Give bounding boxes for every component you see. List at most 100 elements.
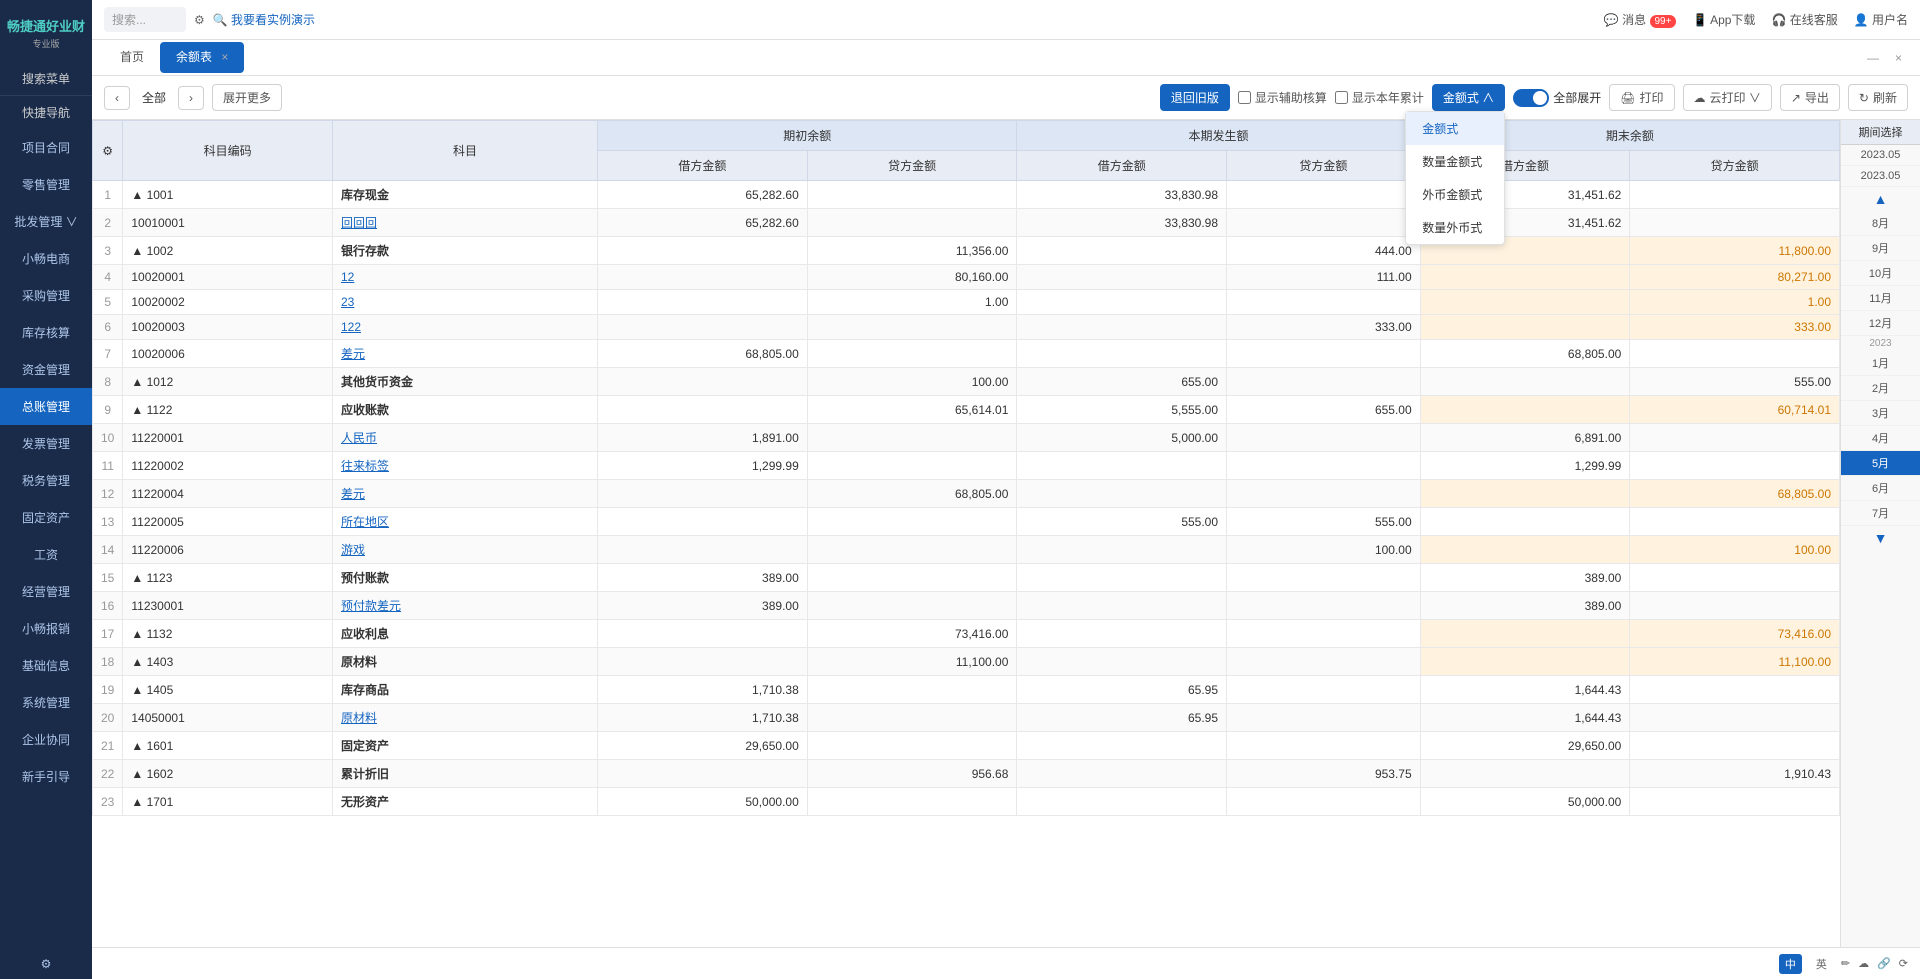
- name-link[interactable]: 23: [341, 295, 354, 309]
- status-sync-icon[interactable]: ⟳: [1899, 957, 1908, 970]
- col-settings-icon[interactable]: ⚙: [93, 121, 123, 181]
- user-avatar[interactable]: 👤 用户名: [1854, 11, 1908, 28]
- name-link[interactable]: 12: [341, 270, 354, 284]
- yearly-check[interactable]: [1335, 91, 1348, 104]
- period-month-8[interactable]: 8月: [1841, 211, 1920, 236]
- topbar-left: 搜索... ⚙ 🔍 我要看实例演示: [104, 7, 315, 32]
- toggle-track[interactable]: [1513, 89, 1549, 107]
- period-up-nav[interactable]: ▲: [1841, 187, 1920, 211]
- expand-all-toggle[interactable]: 全部展开: [1513, 89, 1601, 107]
- auxiliary-check[interactable]: [1238, 91, 1251, 104]
- show-yearly-checkbox[interactable]: 显示本年累计: [1335, 89, 1424, 106]
- sidebar-item-tax[interactable]: 税务管理: [0, 462, 92, 499]
- name-link[interactable]: 差元: [341, 487, 365, 501]
- name-link[interactable]: 回回回: [341, 216, 377, 230]
- menu-item-amount[interactable]: 金额式: [1406, 112, 1504, 145]
- amount-style-button[interactable]: 金额式 ∧: [1432, 84, 1505, 111]
- topbar-right: 💬 消息 99+ 📱 App下载 🎧 在线客服 👤 用户名: [1604, 11, 1908, 28]
- print-button[interactable]: 🖨 打印: [1609, 84, 1674, 111]
- cell-pe-credit: 60,714.01: [1630, 396, 1840, 424]
- refresh-button[interactable]: ↻ 刷新: [1848, 84, 1908, 111]
- name-link[interactable]: 预付款差元: [341, 599, 401, 613]
- name-link[interactable]: 所在地区: [341, 515, 389, 529]
- message-icon[interactable]: 💬 消息 99+: [1604, 11, 1677, 28]
- window-close-icon[interactable]: ×: [1889, 49, 1908, 67]
- cell-cc: [1227, 452, 1421, 480]
- period-month-5[interactable]: 5月: [1841, 451, 1920, 476]
- sidebar-item-ecommerce[interactable]: 小畅电商: [0, 240, 92, 277]
- demo-link[interactable]: 🔍 我要看实例演示: [213, 11, 315, 28]
- amount-style-dropdown[interactable]: 金额式 ∧ 金额式 数量金额式 外币金额式 数量外币式: [1432, 84, 1505, 111]
- period-month-12[interactable]: 12月: [1841, 311, 1920, 336]
- sidebar-item-invoice[interactable]: 发票管理: [0, 425, 92, 462]
- period-month-6[interactable]: 6月: [1841, 476, 1920, 501]
- period-month-10[interactable]: 10月: [1841, 261, 1920, 286]
- period-year-start[interactable]: 2023.05: [1841, 145, 1920, 166]
- sidebar-item-finance[interactable]: 资金管理: [0, 351, 92, 388]
- logo-sub: 专业版: [7, 37, 85, 50]
- sidebar-item-system[interactable]: 系统管理: [0, 684, 92, 721]
- cell-row-num: 16: [93, 592, 123, 620]
- period-month-2[interactable]: 2月: [1841, 376, 1920, 401]
- period-month-11[interactable]: 11月: [1841, 286, 1920, 311]
- period-year-end[interactable]: 2023.05: [1841, 166, 1920, 187]
- status-cloud-icon[interactable]: ☁: [1858, 957, 1869, 970]
- expand-more-label: 展开更多: [223, 89, 271, 106]
- status-lang-en[interactable]: 英: [1810, 954, 1833, 974]
- sidebar-item-payroll[interactable]: 工资: [0, 536, 92, 573]
- sidebar-item-management[interactable]: 经营管理: [0, 573, 92, 610]
- name-link[interactable]: 原材料: [341, 711, 377, 725]
- show-auxiliary-checkbox[interactable]: 显示辅助核算: [1238, 89, 1327, 106]
- menu-item-foreign-amount[interactable]: 外币金额式: [1406, 178, 1504, 211]
- download-link[interactable]: 📱 App下载: [1692, 11, 1755, 28]
- expand-more-button[interactable]: 展开更多: [212, 84, 282, 111]
- window-minimize-icon[interactable]: —: [1861, 49, 1885, 67]
- sidebar-settings[interactable]: ⚙: [0, 949, 92, 979]
- name-link[interactable]: 122: [341, 320, 361, 334]
- sidebar-item-expense[interactable]: 小畅报销: [0, 610, 92, 647]
- topbar-gear-icon[interactable]: ⚙: [194, 13, 205, 27]
- period-month-4[interactable]: 4月: [1841, 426, 1920, 451]
- topbar-search-bar[interactable]: 搜索...: [104, 7, 186, 32]
- tab-close-icon[interactable]: ×: [221, 50, 228, 64]
- sidebar-item-purchase[interactable]: 采购管理: [0, 277, 92, 314]
- sidebar-item-basic[interactable]: 基础信息: [0, 647, 92, 684]
- table-row: 17 ▲ 1132 应收利息 73,416.00 73,416.00: [93, 620, 1840, 648]
- sidebar-item-collab[interactable]: 企业协同: [0, 721, 92, 758]
- sidebar-item-guide[interactable]: 新手引导: [0, 758, 92, 795]
- menu-item-quantity-foreign[interactable]: 数量外币式: [1406, 211, 1504, 244]
- sidebar-item-inventory[interactable]: 库存核算: [0, 314, 92, 351]
- return-old-button[interactable]: 退回旧版: [1160, 84, 1230, 111]
- export-button[interactable]: ↗ 导出: [1780, 84, 1840, 111]
- nav-next-button[interactable]: ›: [178, 86, 204, 110]
- sidebar-item-project[interactable]: 项目合同: [0, 129, 92, 166]
- sidebar-search[interactable]: 搜索菜单: [0, 62, 92, 96]
- nav-prev-button[interactable]: ‹: [104, 86, 130, 110]
- cell-pe-debit: [1420, 315, 1630, 340]
- cloud-print-button[interactable]: ☁ 云打印 ∨: [1683, 84, 1772, 111]
- period-month-7[interactable]: 7月: [1841, 501, 1920, 526]
- period-down-nav[interactable]: ▼: [1841, 526, 1920, 550]
- name-link[interactable]: 差元: [341, 347, 365, 361]
- tab-home[interactable]: 首页: [104, 42, 160, 73]
- cell-cc: [1227, 424, 1421, 452]
- sidebar-item-retail[interactable]: 零售管理: [0, 166, 92, 203]
- cell-cd: [1017, 788, 1227, 816]
- tab-balance[interactable]: 余额表 ×: [160, 42, 244, 73]
- sidebar-item-assets[interactable]: 固定资产: [0, 499, 92, 536]
- status-lang-zh[interactable]: 中: [1779, 954, 1802, 974]
- service-link[interactable]: 🎧 在线客服: [1771, 11, 1837, 28]
- menu-item-quantity-amount[interactable]: 数量金额式: [1406, 145, 1504, 178]
- period-month-3[interactable]: 3月: [1841, 401, 1920, 426]
- sidebar-quick-nav[interactable]: 快捷导航: [0, 96, 92, 129]
- sidebar-item-ledger[interactable]: 总账管理: [0, 388, 92, 425]
- name-link[interactable]: 人民币: [341, 431, 377, 445]
- name-link[interactable]: 游戏: [341, 543, 365, 557]
- period-month-1[interactable]: 1月: [1841, 351, 1920, 376]
- name-link[interactable]: 往来标签: [341, 459, 389, 473]
- period-month-9[interactable]: 9月: [1841, 236, 1920, 261]
- status-edit-icon[interactable]: ✏: [1841, 957, 1850, 970]
- sidebar-item-wholesale[interactable]: 批发管理 ∨: [0, 203, 92, 240]
- status-link-icon[interactable]: 🔗: [1877, 957, 1891, 970]
- cell-pe-debit: [1420, 265, 1630, 290]
